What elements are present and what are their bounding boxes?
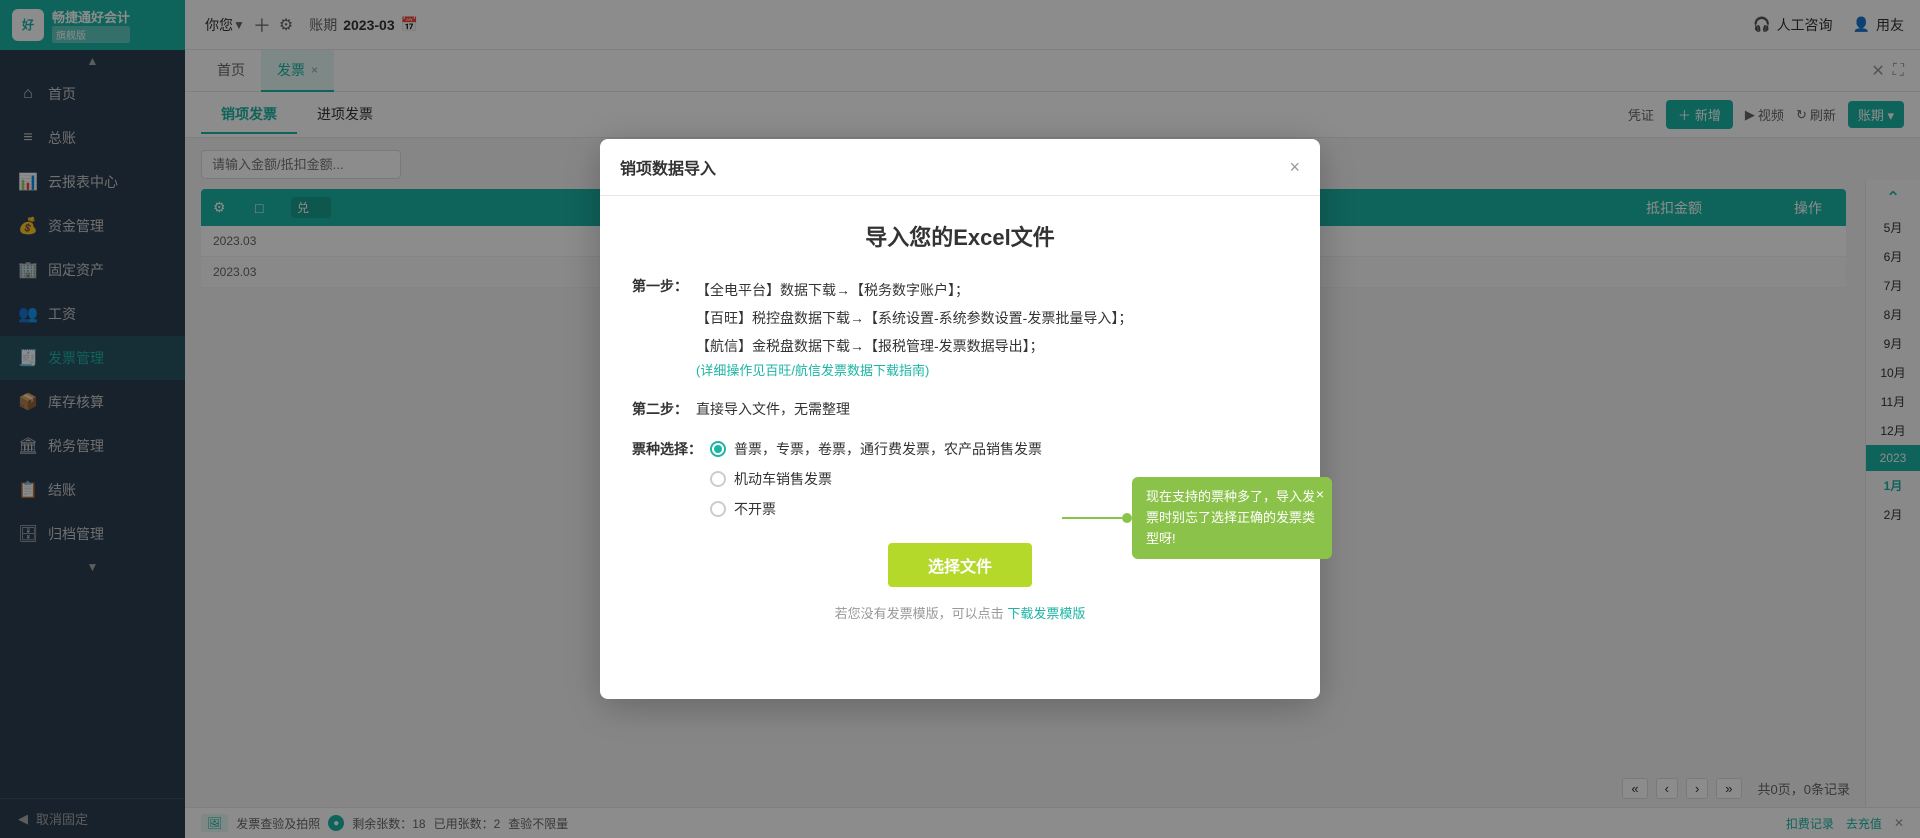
footer-text: 若您没有发票模版，可以点击 [835, 606, 1004, 621]
radio-opt1-label: 普票，专票，卷票，通行费发票，农产品销售发票 [734, 439, 1042, 459]
modal-header: 销项数据导入 × [600, 139, 1320, 196]
radio-row-2: 机动车销售发票 × 现在支持的票种多了，导入发票时别忘了选择正确的发票类型呀! [710, 469, 1042, 489]
modal-main-title: 导入您的Excel文件 [632, 220, 1288, 252]
tooltip-connector: × 现在支持的票种多了，导入发票时别忘了选择正确的发票类型呀! [1062, 477, 1332, 559]
tooltip-bubble: × 现在支持的票种多了，导入发票时别忘了选择正确的发票类型呀! [1132, 477, 1332, 559]
tooltip-text: 现在支持的票种多了，导入发票时别忘了选择正确的发票类型呀! [1146, 489, 1315, 546]
modal-overlay: 销项数据导入 × 导入您的Excel文件 第一步： 【全电平台】数据下载→【税务… [0, 0, 1920, 838]
step2-row: 第二步： 直接导入文件，无需整理 [632, 399, 1288, 419]
download-template-link[interactable]: 下载发票模版 [1007, 606, 1085, 621]
step2-text: 直接导入文件，无需整理 [696, 399, 850, 419]
step1-link[interactable]: (详细操作见百旺/航信发票数据下载指南) [696, 363, 929, 378]
step1-label: 第一步： [632, 276, 688, 296]
step2-block: 第二步： 直接导入文件，无需整理 [632, 399, 1288, 419]
tooltip-close-icon[interactable]: × [1316, 483, 1324, 505]
step2-label: 第二步： [632, 399, 688, 419]
tooltip-dot [1122, 513, 1132, 523]
ticket-label: 票种选择： [632, 439, 702, 459]
step1-block: 第一步： 【全电平台】数据下载→【税务数字账户】； 【百旺】税控盘数据下载→【系… [632, 276, 1288, 379]
modal-body: 导入您的Excel文件 第一步： 【全电平台】数据下载→【税务数字账户】； 【百… [600, 196, 1320, 646]
radio-opt3-label: 不开票 [734, 499, 776, 519]
modal-close-button[interactable]: × [1289, 157, 1300, 178]
radio-row-1: 普票，专票，卷票，通行费发票，农产品销售发票 [710, 439, 1042, 459]
step1-line1: 【全电平台】数据下载→【税务数字账户】； [696, 276, 1132, 304]
radio-row-3: 不开票 [710, 499, 1042, 519]
step1-line3: 【航信】金税盘数据下载→【报税管理-发票数据导出】； [696, 332, 1132, 360]
step1-content: 【全电平台】数据下载→【税务数字账户】； 【百旺】税控盘数据下载→【系统设置-系… [696, 276, 1132, 379]
select-file-button[interactable]: 选择文件 [888, 543, 1032, 587]
radio-opt2-label: 机动车销售发票 [734, 469, 832, 489]
ticket-selection: 票种选择： 普票，专票，卷票，通行费发票，农产品销售发票 机动车销售发票 [632, 439, 1288, 519]
modal-footer: 若您没有发票模版，可以点击 下载发票模版 [632, 603, 1288, 622]
radio-group: 普票，专票，卷票，通行费发票，农产品销售发票 机动车销售发票 × [710, 439, 1042, 519]
modal-title: 销项数据导入 [620, 155, 716, 179]
radio-opt3[interactable] [710, 501, 726, 517]
step1-row: 第一步： 【全电平台】数据下载→【税务数字账户】； 【百旺】税控盘数据下载→【系… [632, 276, 1288, 379]
modal-dialog: 销项数据导入 × 导入您的Excel文件 第一步： 【全电平台】数据下载→【税务… [600, 139, 1320, 699]
radio-opt1[interactable] [710, 441, 726, 457]
step1-line2: 【百旺】税控盘数据下载→【系统设置-系统参数设置-发票批量导入】； [696, 304, 1132, 332]
radio-opt2[interactable] [710, 471, 726, 487]
